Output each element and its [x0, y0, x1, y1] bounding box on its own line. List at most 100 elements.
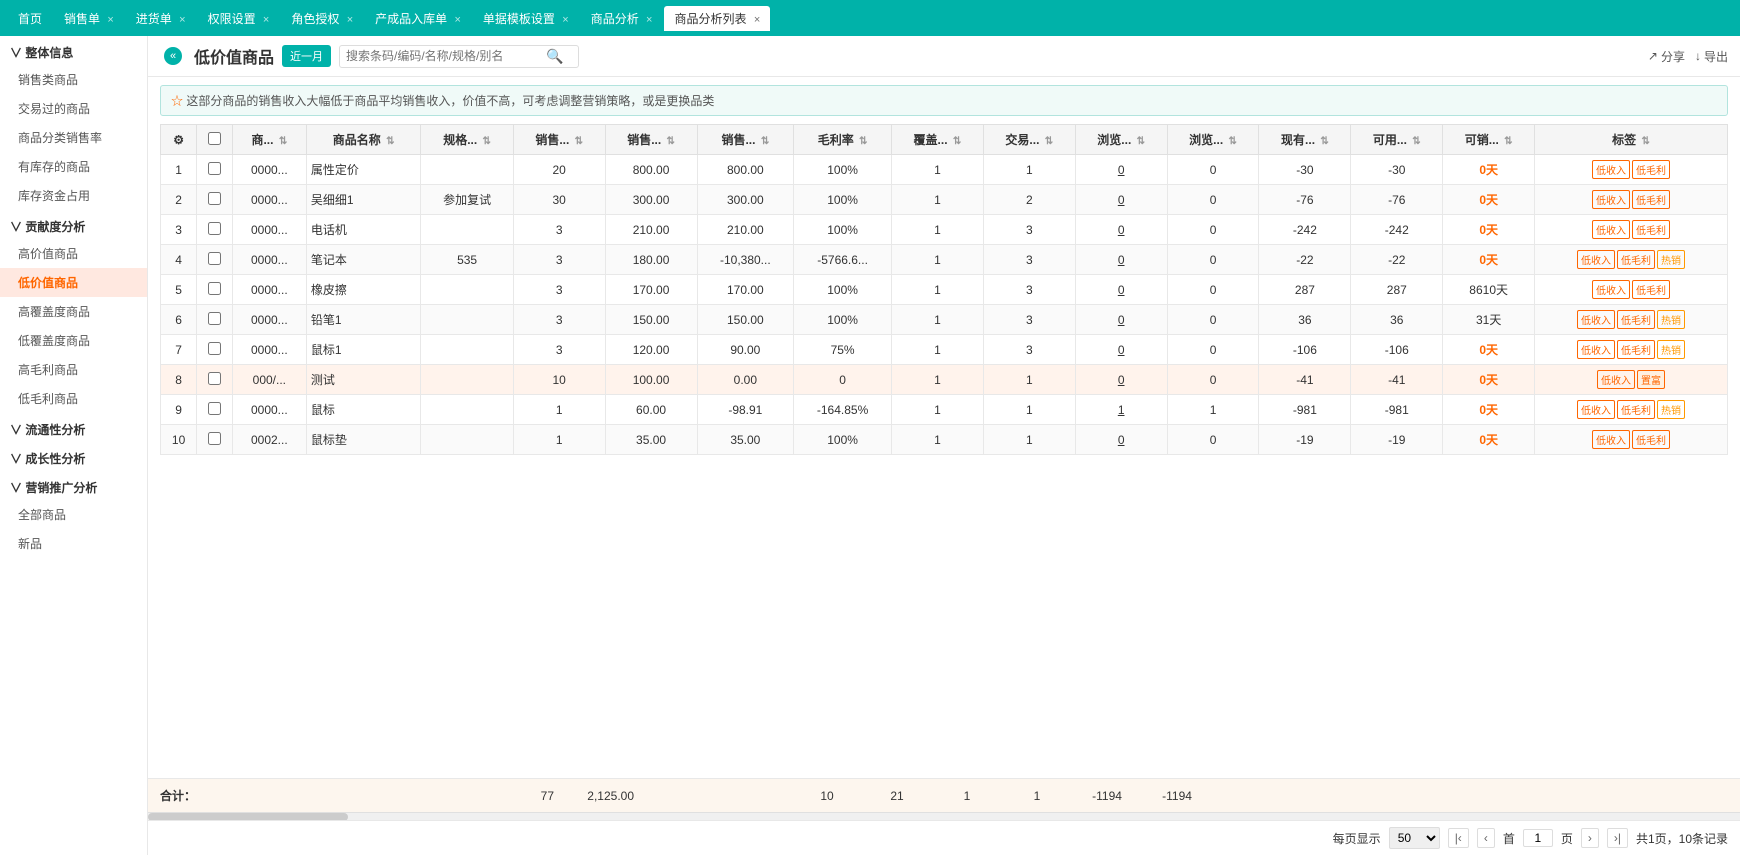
sidebar-item-low-coverage[interactable]: 低覆盖度商品: [0, 326, 147, 355]
th-code[interactable]: 商... ⇅: [232, 125, 306, 155]
row-tags: 低收入低毛利热销: [1535, 335, 1728, 365]
th-sale3[interactable]: 销售... ⇅: [697, 125, 794, 155]
th-browse1[interactable]: 浏览... ⇅: [1075, 125, 1167, 155]
row-browse1[interactable]: 1: [1075, 395, 1167, 425]
row-checkbox[interactable]: [208, 312, 221, 325]
sidebar-group-growth[interactable]: ∨ 成长性分析: [0, 442, 147, 471]
top-nav: 首页 销售单 × 进货单 × 权限设置 × 角色授权 × 产成品入库单 × 单据…: [0, 0, 1740, 36]
export-btn[interactable]: ↓ 导出: [1695, 48, 1728, 65]
row-checkbox[interactable]: [208, 402, 221, 415]
row-browse1[interactable]: 0: [1075, 245, 1167, 275]
nav-tab-0[interactable]: 销售单 ×: [54, 6, 124, 31]
sidebar-item-new-goods[interactable]: 新品: [0, 529, 147, 558]
nav-tab-5[interactable]: 单据模板设置 ×: [473, 6, 579, 31]
row-browse1[interactable]: 0: [1075, 305, 1167, 335]
prev-page-btn[interactable]: ‹: [1477, 828, 1495, 848]
table-row: 100002...鼠标垫135.0035.00100%1100-19-190天低…: [161, 425, 1728, 455]
th-browse2[interactable]: 浏览... ⇅: [1167, 125, 1259, 155]
row-spec: [421, 365, 513, 395]
row-browse1[interactable]: 0: [1075, 335, 1167, 365]
sidebar-item-high-value[interactable]: 高价值商品: [0, 239, 147, 268]
row-gross: 1: [891, 335, 983, 365]
sidebar-item-low-profit[interactable]: 低毛利商品: [0, 384, 147, 413]
sidebar-item-inventory-capital[interactable]: 库存资金占用: [0, 181, 147, 210]
nav-tab-7-close[interactable]: ×: [754, 14, 760, 26]
th-checkbox[interactable]: [197, 125, 233, 155]
th-name[interactable]: 商品名称 ⇅: [306, 125, 421, 155]
search-box[interactable]: 🔍: [339, 45, 579, 68]
row-browse1[interactable]: 0: [1075, 185, 1167, 215]
horizontal-scrollbar[interactable]: [148, 812, 1740, 820]
th-spec[interactable]: 规格... ⇅: [421, 125, 513, 155]
row-checkbox[interactable]: [208, 162, 221, 175]
last-page-btn[interactable]: ›|: [1607, 828, 1628, 848]
select-all-checkbox[interactable]: [208, 132, 221, 145]
th-sale2[interactable]: 销售... ⇅: [605, 125, 697, 155]
export-icon: ↓: [1695, 49, 1701, 63]
nav-home[interactable]: 首页: [8, 6, 52, 31]
row-stock1: -981: [1259, 395, 1351, 425]
th-trade[interactable]: 交易... ⇅: [983, 125, 1075, 155]
nav-tab-2[interactable]: 权限设置 ×: [198, 6, 280, 31]
sidebar-item-category-sales-rate[interactable]: 商品分类销售率: [0, 123, 147, 152]
sidebar-item-high-coverage[interactable]: 高覆盖度商品: [0, 297, 147, 326]
nav-tab-4-close[interactable]: ×: [454, 14, 460, 26]
row-checkbox[interactable]: [208, 342, 221, 355]
row-browse1[interactable]: 0: [1075, 365, 1167, 395]
row-browse1[interactable]: 0: [1075, 275, 1167, 305]
row-browse1[interactable]: 0: [1075, 215, 1167, 245]
sidebar-item-low-value[interactable]: 低价值商品: [0, 268, 147, 297]
row-browse1[interactable]: 0: [1075, 155, 1167, 185]
nav-tab-2-close[interactable]: ×: [263, 14, 269, 26]
sidebar-group-circulation[interactable]: ∨ 流通性分析: [0, 413, 147, 442]
th-gross[interactable]: 毛利率 ⇅: [794, 125, 892, 155]
th-stock2[interactable]: 可用... ⇅: [1351, 125, 1443, 155]
nav-tab-1-close[interactable]: ×: [179, 14, 185, 26]
nav-tab-5-close[interactable]: ×: [562, 14, 568, 26]
next-page-btn[interactable]: ›: [1581, 828, 1599, 848]
row-checkbox[interactable]: [208, 192, 221, 205]
sidebar-item-traded-goods[interactable]: 交易过的商品: [0, 94, 147, 123]
nav-tab-6-close[interactable]: ×: [646, 14, 652, 26]
collapse-sidebar-btn[interactable]: «: [164, 47, 182, 65]
page-size-select[interactable]: 50 100 200: [1389, 827, 1440, 849]
sidebar-item-all-goods[interactable]: 全部商品: [0, 500, 147, 529]
table-container[interactable]: ⚙ 商... ⇅ 商品名称 ⇅ 规格... ⇅ 销售... ⇅ 销售... ⇅ …: [148, 124, 1740, 778]
th-stock1[interactable]: 现有... ⇅: [1259, 125, 1351, 155]
nav-tab-3[interactable]: 角色授权 ×: [281, 6, 363, 31]
nav-tab-0-close[interactable]: ×: [107, 14, 113, 26]
nav-tab-4[interactable]: 产成品入库单 ×: [365, 6, 471, 31]
page-input[interactable]: [1523, 829, 1553, 847]
nav-tab-1[interactable]: 进货单 ×: [126, 6, 196, 31]
nav-tab-6[interactable]: 商品分析 ×: [581, 6, 663, 31]
th-coverage[interactable]: 覆盖... ⇅: [891, 125, 983, 155]
tag-item: 低毛利: [1617, 250, 1655, 269]
sidebar-group-overall[interactable]: ∨ 整体信息: [0, 36, 147, 65]
sidebar-item-sales-goods[interactable]: 销售类商品: [0, 65, 147, 94]
sidebar-item-high-profit[interactable]: 高毛利商品: [0, 355, 147, 384]
th-sale1[interactable]: 销售... ⇅: [513, 125, 605, 155]
row-checkbox[interactable]: [208, 222, 221, 235]
sidebar-group-contribution[interactable]: ∨ 贡献度分析: [0, 210, 147, 239]
sidebar-group-marketing[interactable]: ∨ 营销推广分析: [0, 471, 147, 500]
th-stock3[interactable]: 可销... ⇅: [1443, 125, 1535, 155]
first-page-btn[interactable]: |‹: [1448, 828, 1469, 848]
search-input[interactable]: [346, 49, 546, 63]
row-checkbox[interactable]: [208, 282, 221, 295]
row-checkbox-cell: [197, 305, 233, 335]
row-gross: 1: [891, 245, 983, 275]
row-checkbox[interactable]: [208, 432, 221, 445]
row-checkbox[interactable]: [208, 252, 221, 265]
search-icon[interactable]: 🔍: [546, 48, 563, 65]
sidebar-group-growth-arrow: ∨: [10, 452, 22, 466]
nav-tab-3-close[interactable]: ×: [347, 14, 353, 26]
filter-btn[interactable]: 近一月: [282, 45, 331, 67]
sidebar-item-stocked-goods[interactable]: 有库存的商品: [0, 152, 147, 181]
nav-tab-7[interactable]: 商品分析列表 ×: [664, 6, 770, 31]
th-tags[interactable]: 标签 ⇅: [1535, 125, 1728, 155]
row-checkbox[interactable]: [208, 372, 221, 385]
row-browse1[interactable]: 0: [1075, 425, 1167, 455]
share-btn[interactable]: ↗ 分享: [1648, 48, 1685, 65]
row-num: 1: [161, 155, 197, 185]
th-gear[interactable]: ⚙: [161, 125, 197, 155]
